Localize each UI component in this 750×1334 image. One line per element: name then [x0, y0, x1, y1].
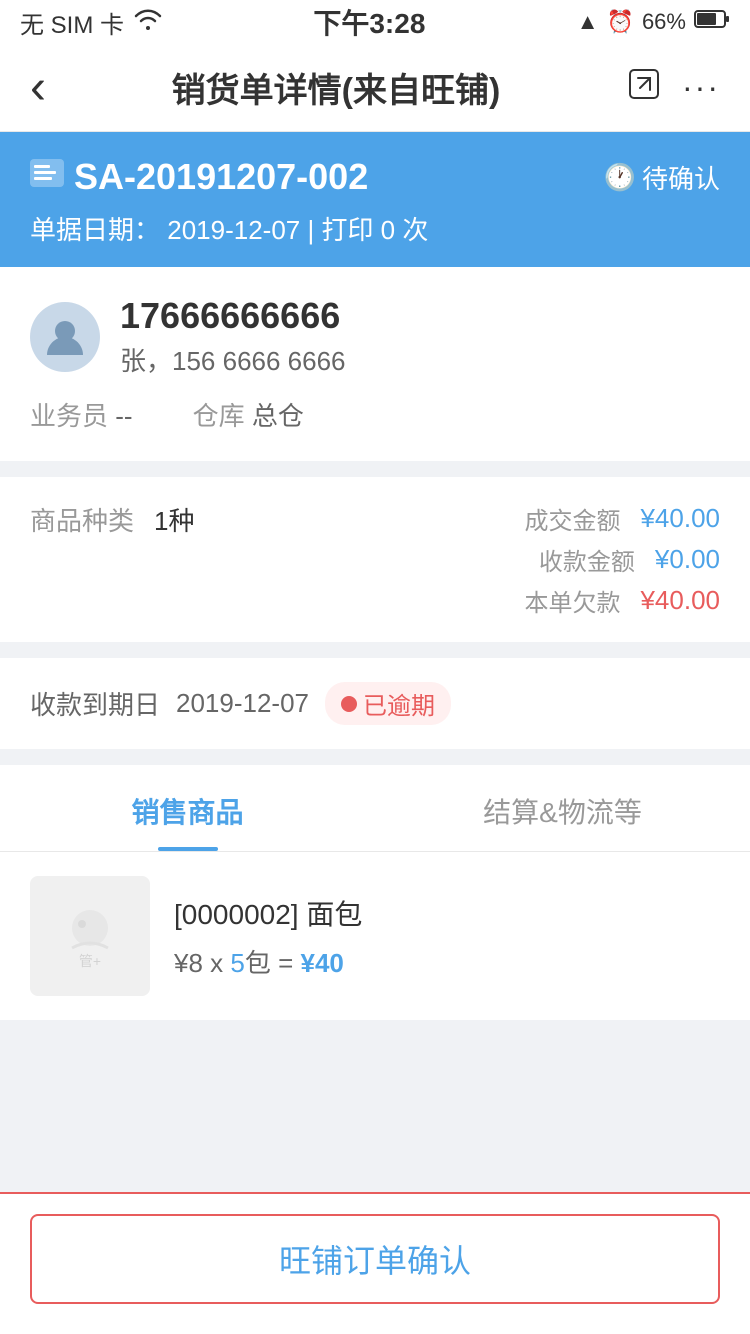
- more-icon[interactable]: ···: [682, 69, 720, 106]
- overdue-dot-icon: [341, 696, 357, 712]
- customer-name: 张，156 6666 6666: [120, 341, 346, 378]
- product-info: [0000002] 面包 ¥8 x 5包 = ¥40: [174, 893, 720, 980]
- share-icon[interactable]: [626, 66, 662, 110]
- nav-left: ‹: [30, 60, 46, 115]
- back-button[interactable]: ‹: [30, 60, 46, 115]
- due-amount: ¥40.00: [640, 585, 720, 616]
- status-bar: 无 SIM 卡 下午3:28 ▲ ⏰ 66%: [0, 0, 750, 44]
- product-item: 管+ [0000002] 面包 ¥8 x 5包 = ¥40: [30, 876, 720, 996]
- summary-section: 商品种类 1种 成交金额 ¥40.00 收款金额 ¥0.00 本单欠款 ¥40.…: [0, 477, 750, 642]
- product-price: ¥8 x 5包 = ¥40: [174, 943, 720, 980]
- tab-settlement-logistics[interactable]: 结算&物流等: [375, 765, 750, 851]
- product-type-info: 商品种类 1种: [30, 501, 194, 538]
- tabs-row: 销售商品 结算&物流等: [0, 765, 750, 852]
- battery-percent: 66%: [642, 9, 686, 35]
- due-date-section: 收款到期日 2019-12-07 已逾期: [0, 658, 750, 749]
- bottom-bar: 旺铺订单确认: [0, 1192, 750, 1334]
- product-name: [0000002] 面包: [174, 893, 720, 933]
- confirm-order-button[interactable]: 旺铺订单确认: [30, 1214, 720, 1304]
- customer-meta: 业务员 -- 仓库 总仓: [30, 396, 720, 433]
- product-list: 管+ [0000002] 面包 ¥8 x 5包 = ¥40: [0, 852, 750, 1020]
- order-header-card: SA-20191207-002 🕐 待确认 单据日期： 2019-12-07 |…: [0, 132, 750, 267]
- customer-section: 17666666666 张，156 6666 6666 业务员 -- 仓库 总仓: [0, 267, 750, 461]
- location-icon: ▲: [577, 9, 599, 35]
- transaction-amount: ¥40.00: [640, 503, 720, 534]
- tab-sales-products[interactable]: 销售商品: [0, 765, 375, 851]
- customer-phone: 17666666666: [120, 295, 346, 337]
- status-time: 下午3:28: [313, 2, 425, 42]
- received-amount-row: 收款金额 ¥0.00: [539, 542, 720, 577]
- tabs-section: 销售商品 结算&物流等 管+ [0000002] 面包 ¥8 x 5包: [0, 765, 750, 1020]
- status-left: 无 SIM 卡: [20, 5, 162, 40]
- transaction-amount-row: 成交金额 ¥40.00: [524, 501, 720, 536]
- product-thumbnail: 管+: [30, 876, 150, 996]
- nav-bar: ‹ 销货单详情(来自旺铺) ···: [0, 44, 750, 132]
- order-icon: [30, 159, 64, 195]
- clock-icon: 🕐: [604, 162, 636, 193]
- customer-info: 17666666666 张，156 6666 6666: [120, 295, 346, 378]
- wifi-icon: [134, 8, 162, 37]
- received-amount: ¥0.00: [655, 544, 720, 575]
- order-date-info: 单据日期： 2019-12-07 | 打印 0 次: [30, 210, 720, 247]
- order-status: 🕐 待确认: [604, 159, 720, 196]
- avatar: [30, 302, 100, 372]
- status-right: ▲ ⏰ 66%: [577, 9, 730, 35]
- battery-icon: [694, 9, 730, 35]
- alarm-icon: ⏰: [607, 9, 634, 35]
- salesman-info: 业务员 --: [30, 396, 133, 433]
- page-title: 销货单详情(来自旺铺): [172, 63, 501, 112]
- warehouse-info: 仓库 总仓: [193, 396, 304, 433]
- overdue-badge: 已逾期: [325, 682, 451, 725]
- nav-right: ···: [626, 66, 720, 110]
- due-amount-row: 本单欠款 ¥40.00: [524, 583, 720, 618]
- carrier-text: 无 SIM 卡: [20, 5, 124, 40]
- svg-text:管+: 管+: [79, 953, 101, 969]
- order-id: SA-20191207-002: [30, 156, 368, 198]
- amount-info: 成交金额 ¥40.00 收款金额 ¥0.00 本单欠款 ¥40.00: [524, 501, 720, 618]
